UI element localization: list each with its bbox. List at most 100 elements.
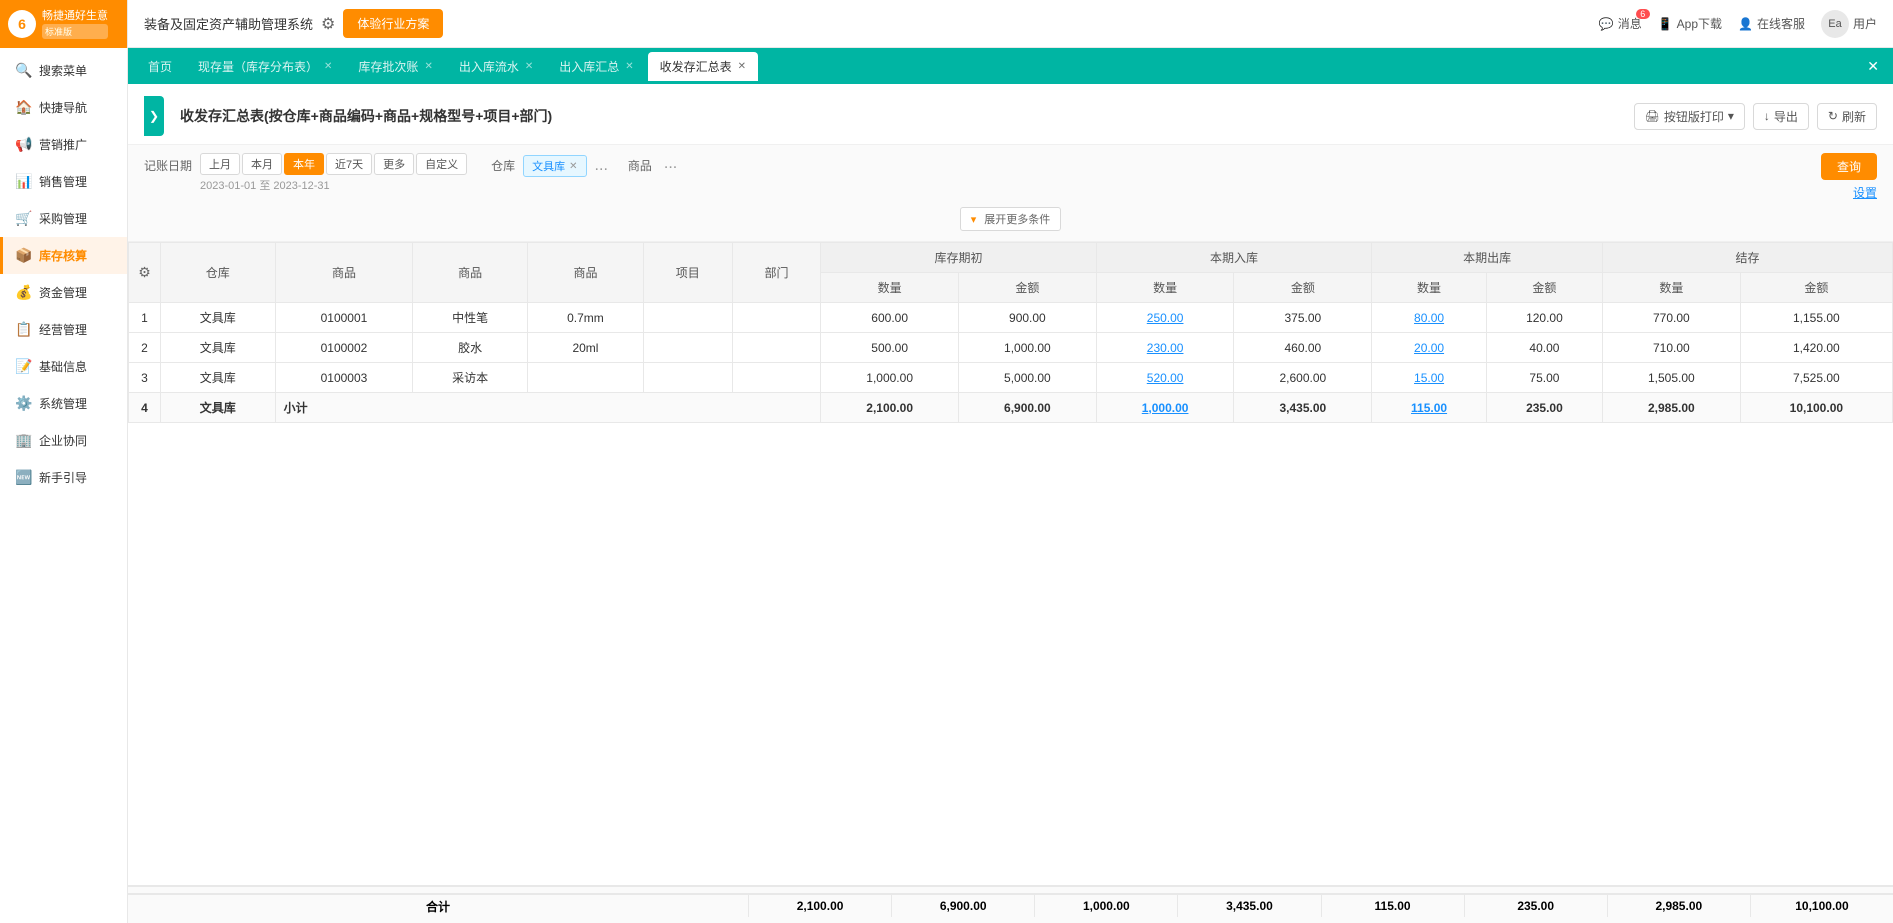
message-button[interactable]: 💬 消息 6: [1599, 15, 1642, 32]
setting-link[interactable]: 设置: [1853, 184, 1877, 201]
sidebar-item-basic[interactable]: 📝基础信息: [0, 348, 127, 385]
sales-icon: 📊: [15, 173, 33, 190]
cell-warehouse: 文具库: [161, 363, 276, 393]
date-btn-本年[interactable]: 本年: [284, 153, 324, 175]
th-warehouse: 仓库: [161, 243, 276, 303]
sidebar-label-finance: 资金管理: [39, 284, 87, 301]
tab-close-in-out-summary[interactable]: ✕: [625, 61, 633, 72]
cell-in-qty[interactable]: 520.00: [1096, 363, 1234, 393]
print-label: 按钮版打印: [1664, 108, 1724, 125]
sidebar-item-search[interactable]: 🔍搜索菜单: [0, 52, 127, 89]
print-button[interactable]: 🖨 按钮版打印 ▾: [1634, 103, 1745, 130]
experience-button[interactable]: 体验行业方案: [343, 9, 443, 38]
query-button[interactable]: 查询: [1821, 153, 1877, 180]
cell-bal-amt: 1,420.00: [1740, 333, 1892, 363]
tab-close-batch[interactable]: ✕: [424, 61, 432, 72]
logo-line1: 畅捷通好生意: [42, 9, 108, 23]
th-balance: 结存: [1602, 243, 1892, 273]
subtotal-open-amt: 6,900.00: [959, 393, 1097, 423]
sidebar-item-sales[interactable]: 📊销售管理: [0, 163, 127, 200]
marketing-icon: 📢: [15, 136, 33, 153]
tab-label-inventory-dist: 现存量（库存分布表）: [198, 58, 318, 75]
refresh-label: 刷新: [1842, 108, 1866, 125]
refresh-icon: ↻: [1828, 109, 1838, 123]
date-btn-更多[interactable]: 更多: [374, 153, 414, 175]
subtotal-out-qty[interactable]: 115.00: [1372, 393, 1487, 423]
sidebar-item-system[interactable]: ⚙️系统管理: [0, 385, 127, 422]
tab-close-receive-summary[interactable]: ✕: [738, 61, 746, 72]
footer-bal-qty: 2,985.00: [1607, 895, 1750, 917]
tab-batch[interactable]: 库存批次账✕: [346, 52, 444, 81]
app-download-button[interactable]: 📱 App下载: [1658, 15, 1722, 32]
cell-warehouse: 文具库: [161, 303, 276, 333]
tab-receive-summary[interactable]: 收发存汇总表✕: [648, 52, 758, 81]
refresh-button[interactable]: ↻ 刷新: [1817, 103, 1877, 130]
goods-dots[interactable]: ...: [660, 153, 681, 173]
date-btn-自定义[interactable]: 自定义: [416, 153, 467, 175]
tab-bar-close-button[interactable]: ✕: [1861, 56, 1885, 77]
sidebar-item-purchase[interactable]: 🛒采购管理: [0, 200, 127, 237]
message-icon: 💬: [1599, 17, 1614, 31]
quick-nav-icon: 🏠: [15, 99, 33, 116]
search-icon: 🔍: [15, 62, 33, 79]
footer-open-qty: 2,100.00: [748, 895, 891, 917]
cell-out-qty[interactable]: 15.00: [1372, 363, 1487, 393]
date-btn-近7天[interactable]: 近7天: [326, 153, 372, 175]
sidebar-item-finance[interactable]: 💰资金管理: [0, 274, 127, 311]
cell-in-qty[interactable]: 250.00: [1096, 303, 1234, 333]
table-settings-icon[interactable]: ⚙: [138, 264, 151, 280]
footer-out-qty: 115.00: [1321, 895, 1464, 917]
sidebar-item-company[interactable]: 🏢企业协同: [0, 422, 127, 459]
sidebar-item-guide[interactable]: 🆕新手引导: [0, 459, 127, 496]
tab-in-out-flow[interactable]: 出入库流水✕: [447, 52, 545, 81]
cell-out-qty[interactable]: 80.00: [1372, 303, 1487, 333]
collapse-arrow-button[interactable]: ❯: [144, 96, 164, 136]
settings-button[interactable]: ⚙: [321, 14, 335, 34]
tab-close-in-out-flow[interactable]: ✕: [525, 61, 533, 72]
tab-in-out-summary[interactable]: 出入库汇总✕: [547, 52, 645, 81]
tab-close-inventory-dist[interactable]: ✕: [324, 61, 332, 72]
table-row: 2 文具库 0100002 胶水 20ml 500.00 1,000.00 23…: [129, 333, 1893, 363]
sidebar-item-inventory[interactable]: 📦库存核算: [0, 237, 127, 274]
sidebar-item-quick-nav[interactable]: 🏠快捷导航: [0, 89, 127, 126]
cell-dept: [732, 363, 821, 393]
subtotal-row: 4 文具库 小计 2,100.00 6,900.00 1,000.00 3,43…: [129, 393, 1893, 423]
tab-home[interactable]: 首页: [136, 52, 184, 81]
cell-warehouse: 文具库: [161, 333, 276, 363]
expand-conditions-button[interactable]: ▾ 展开更多条件: [960, 207, 1062, 231]
cell-project: [643, 303, 732, 333]
tab-inventory-dist[interactable]: 现存量（库存分布表） ✕: [186, 52, 344, 81]
export-icon: ↓: [1764, 109, 1770, 123]
footer-in-amt: 3,435.00: [1177, 895, 1320, 917]
date-btn-本月[interactable]: 本月: [242, 153, 282, 175]
cell-in-qty[interactable]: 230.00: [1096, 333, 1234, 363]
warehouse-dots[interactable]: ...: [591, 157, 612, 175]
online-service-label: 在线客服: [1757, 15, 1805, 32]
th-bal-qty: 数量: [1602, 273, 1740, 303]
cell-spec: 20ml: [527, 333, 643, 363]
online-service-button[interactable]: 👤 在线客服: [1738, 15, 1805, 32]
cell-bal-qty: 770.00: [1602, 303, 1740, 333]
cell-spec: 0.7mm: [527, 303, 643, 333]
user-button[interactable]: Ea 用户: [1821, 10, 1877, 38]
date-btn-上月[interactable]: 上月: [200, 153, 240, 175]
footer-out-amt: 235.00: [1464, 895, 1607, 917]
cell-out-amt: 120.00: [1486, 303, 1602, 333]
app-icon: 📱: [1658, 17, 1673, 31]
th-project: 项目: [643, 243, 732, 303]
sidebar-item-business[interactable]: 📋经营管理: [0, 311, 127, 348]
user-avatar: Ea: [1821, 10, 1849, 38]
page-title: 收发存汇总表(按仓库+商品编码+商品+规格型号+项目+部门): [180, 106, 552, 126]
cell-no: 3: [129, 363, 161, 393]
warehouse-tag[interactable]: 文具库 ✕: [523, 155, 586, 177]
goods-filter-label: 商品: [628, 153, 652, 174]
warehouse-tag-close[interactable]: ✕: [569, 161, 577, 172]
subtotal-in-qty[interactable]: 1,000.00: [1096, 393, 1234, 423]
sidebar-item-marketing[interactable]: 📢营销推广: [0, 126, 127, 163]
cell-open-qty: 1,000.00: [821, 363, 959, 393]
export-button[interactable]: ↓ 导出: [1753, 103, 1809, 130]
content-area: ❯ 收发存汇总表(按仓库+商品编码+商品+规格型号+项目+部门) 🖨 按钮版打印…: [128, 84, 1893, 923]
sidebar-label-basic: 基础信息: [39, 358, 87, 375]
cell-out-qty[interactable]: 20.00: [1372, 333, 1487, 363]
th-opening: 库存期初: [821, 243, 1096, 273]
